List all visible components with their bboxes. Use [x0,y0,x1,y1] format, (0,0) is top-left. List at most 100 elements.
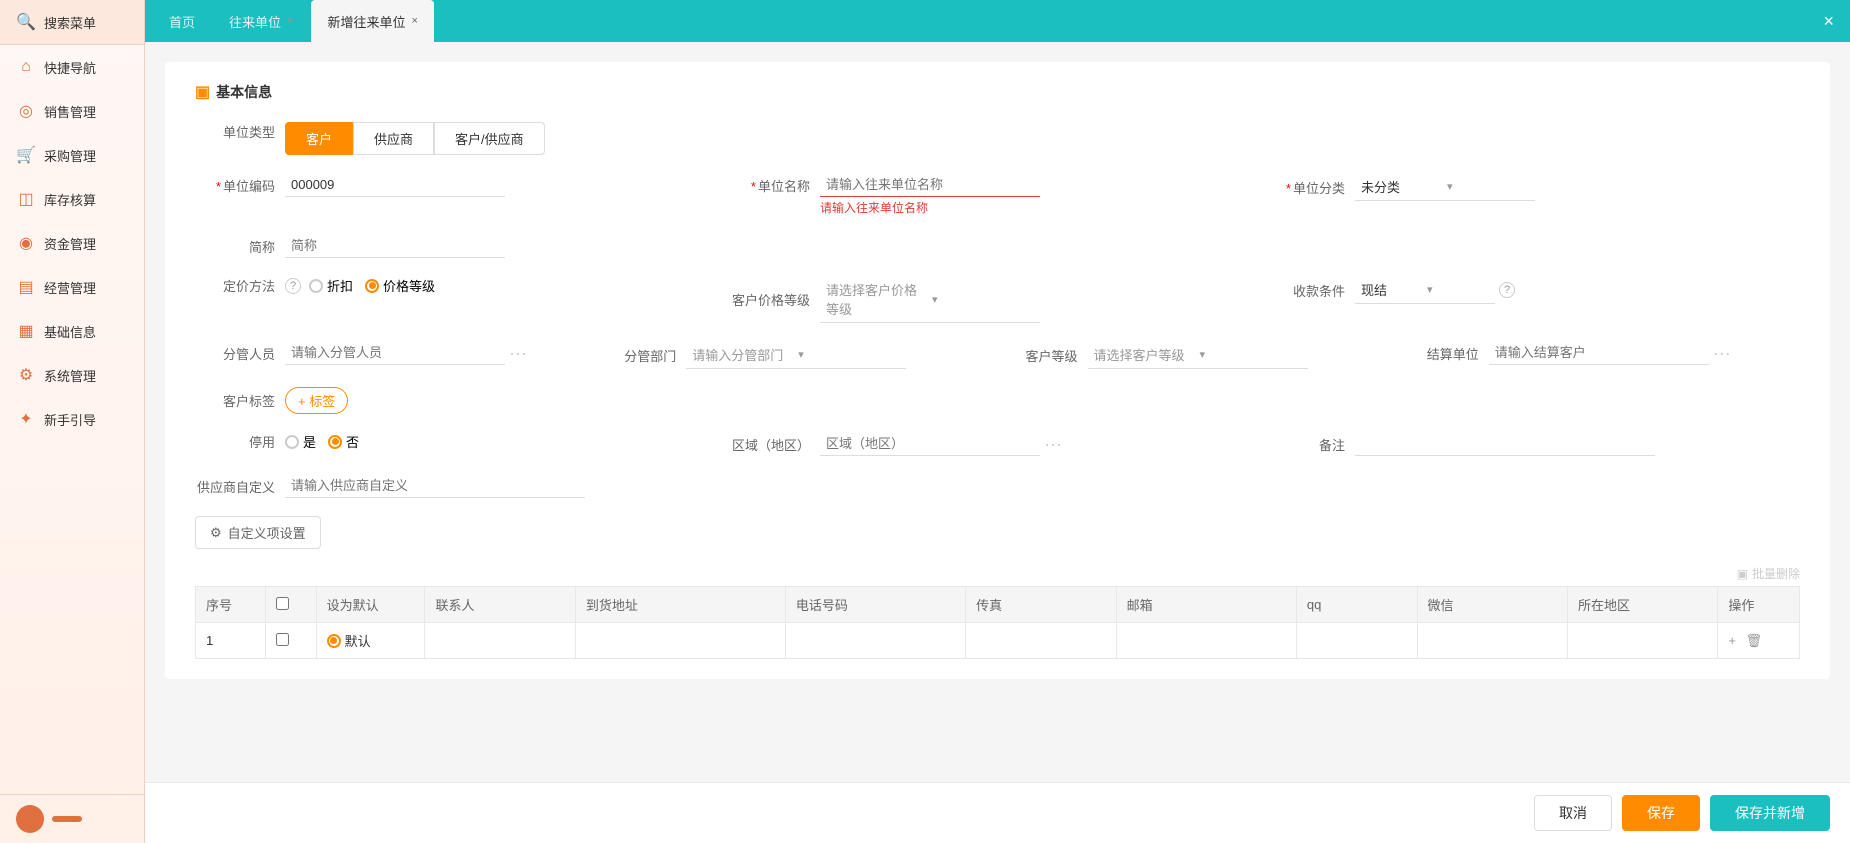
unit-code-input[interactable] [285,173,505,197]
row-manager: 分管人员 ··· 分管部门 请输入分管部门 ▾ 客户等级 请选择客户等级 ▾ [195,341,1800,369]
sidebar-item-basic[interactable]: ▦ 基础信息 [0,309,144,353]
customer-level-select[interactable]: 请选择客户等级 ▾ [1088,341,1308,369]
abbr-label: 简称 [195,237,285,256]
row-unit-info: 单位编码 单位名称 请输入往来单位名称 单位分类 未分类 ▾ [195,173,1800,216]
gear-icon: ⚙ [16,365,36,385]
qq-input[interactable] [1307,633,1367,648]
sidebar-item-label: 库存核算 [44,190,96,209]
unit-name-input[interactable] [820,173,1040,197]
col-contact: 联系人 [425,587,575,623]
unit-name-error: 请输入往来单位名称 [820,199,928,216]
manager-input[interactable] [285,341,505,365]
settlement-dots[interactable]: ··· [1709,343,1735,364]
tab-partners-close[interactable]: × [287,15,293,27]
del-row-icon[interactable]: 🗑 [1746,633,1763,648]
tab-new-partner-close[interactable]: × [411,15,417,27]
sidebar-item-purchase[interactable]: 🛒 采购管理 [0,133,144,177]
customer-price-select[interactable]: 请选择客户价格等级 ▾ [820,276,1040,323]
add-row-icon[interactable]: + [1728,633,1736,648]
manager-dots[interactable]: ··· [505,343,531,364]
tab-partners[interactable]: 往来单位 × [213,0,309,42]
home-icon: ⌂ [16,57,36,77]
row-default-radio[interactable]: 默认 [327,631,415,650]
address-input[interactable] [586,633,706,648]
row-tag: 客户标签 + 标签 [195,387,1800,414]
wechat-input[interactable] [1428,633,1508,648]
remark-input[interactable] [1355,432,1655,456]
unit-btn-both[interactable]: 客户/供应商 [434,122,545,155]
save-new-button[interactable]: 保存并新增 [1710,795,1830,831]
sidebar-item-label: 采购管理 [44,146,96,165]
row-default-label: 默认 [345,631,371,650]
sidebar-item-system[interactable]: ⚙ 系统管理 [0,353,144,397]
disable-radio-group: 是 否 [285,432,359,451]
radio-no[interactable]: 否 [328,432,359,451]
remark-label: 备注 [1265,435,1355,454]
search-icon: 🔍 [16,12,36,32]
save-button[interactable]: 保存 [1622,795,1700,831]
department-select[interactable]: 请输入分管部门 ▾ [686,341,906,369]
col-checkbox [266,587,317,623]
sidebar-item-quicknav[interactable]: ⌂ 快捷导航 [0,45,144,89]
region-input[interactable] [820,432,1040,456]
unit-btn-supplier[interactable]: 供应商 [353,122,434,155]
unit-btn-customer[interactable]: 客户 [285,122,353,155]
sidebar-item-inventory[interactable]: ◫ 库存核算 [0,177,144,221]
field-unit-code: 单位编码 [195,173,730,197]
sidebar-item-guide[interactable]: ✦ 新手引导 [0,397,144,441]
field-customer-price: 客户价格等级 请选择客户价格等级 ▾ [730,276,1265,323]
fax-input[interactable] [976,633,1056,648]
location-input[interactable] [1578,633,1658,648]
sidebar-item-operations[interactable]: ▤ 经营管理 [0,265,144,309]
close-all-tabs[interactable]: × [1815,11,1842,32]
sidebar-item-label: 系统管理 [44,366,96,385]
add-tag-button[interactable]: + 标签 [285,387,348,414]
tab-new-partner[interactable]: 新增往来单位 × [311,0,433,42]
radio-level[interactable]: 价格等级 [365,276,435,295]
row-default: 默认 [316,623,425,659]
field-unit-name: 单位名称 请输入往来单位名称 [730,173,1265,216]
section-title: ▣ 基本信息 [195,82,1800,102]
batch-del-label[interactable]: 批量删除 [1752,565,1800,582]
field-manager: 分管人员 ··· [195,341,596,365]
sidebar-item-sales[interactable]: ◎ 销售管理 [0,89,144,133]
pricing-help-icon[interactable]: ? [285,278,301,294]
payment-terms-select[interactable]: 现结 ▾ [1355,276,1495,304]
region-dots[interactable]: ··· [1040,434,1066,455]
contact-input[interactable] [435,633,515,648]
abbr-input[interactable] [285,234,505,258]
radio-discount[interactable]: 折扣 [309,276,353,295]
col-region: 所在地区 [1567,587,1717,623]
radio-yes[interactable]: 是 [285,432,316,451]
tab-home[interactable]: 首页 [153,0,211,42]
col-default: 设为默认 [316,587,425,623]
cancel-button[interactable]: 取消 [1534,795,1612,831]
row-default-radio-circle [327,634,341,648]
unit-category-select[interactable]: 未分类 ▾ [1355,173,1535,201]
customer-price-label: 客户价格等级 [730,290,820,309]
sidebar-item-finance[interactable]: ◉ 资金管理 [0,221,144,265]
supplier-custom-input[interactable] [285,474,585,498]
settlement-input[interactable] [1489,341,1709,365]
payment-terms-value: 现结 [1361,280,1423,299]
chevron-down-icon4: ▾ [798,348,900,361]
gear-icon: ⚙ [210,525,222,541]
field-remark: 备注 [1265,432,1800,456]
disable-label: 停用 [195,432,285,451]
email-input[interactable] [1127,633,1227,648]
sidebar-item-label: 快捷导航 [44,58,96,77]
row-checkbox[interactable] [276,633,289,646]
sidebar-collapse-bar[interactable] [52,816,82,822]
pricing-radio-group: 折扣 价格等级 [309,276,435,295]
row-fax [966,623,1116,659]
select-all-checkbox[interactable] [276,597,289,610]
payment-help-icon[interactable]: ? [1499,282,1515,298]
tab-new-partner-label: 新增往来单位 [327,12,405,31]
customer-level-placeholder: 请选择客户等级 [1094,345,1196,364]
radio-yes-circle [285,435,299,449]
sidebar-item-search[interactable]: 🔍 搜索菜单 [0,0,144,45]
custom-settings-button[interactable]: ⚙ 自定义项设置 [195,516,321,549]
manager-label: 分管人员 [195,344,285,363]
row-pricing: 定价方法 ? 折扣 价格等级 客户价格等级 [195,276,1800,323]
phone-input[interactable] [796,633,896,648]
